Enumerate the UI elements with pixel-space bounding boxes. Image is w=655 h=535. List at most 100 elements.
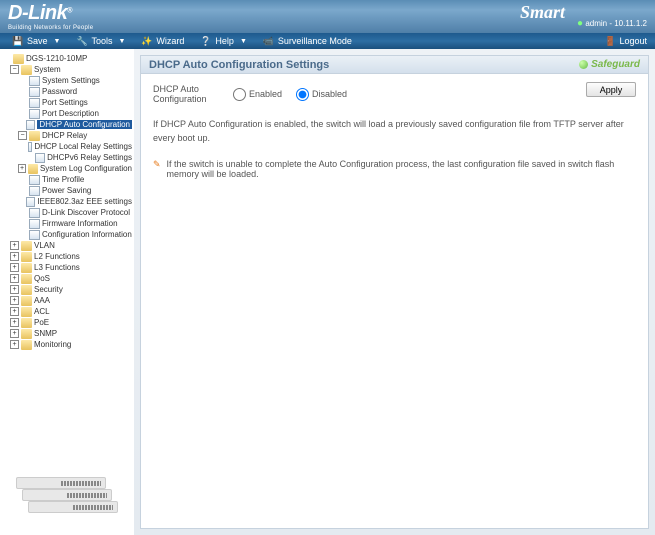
save-icon: 💾 xyxy=(12,36,23,47)
doc-icon xyxy=(29,219,40,229)
radio-disabled[interactable]: Disabled xyxy=(296,88,347,101)
radio-enabled[interactable]: Enabled xyxy=(233,88,282,101)
content-area: DHCP Auto Configuration Settings Safegua… xyxy=(134,49,655,535)
folder-icon xyxy=(21,296,32,306)
expand-icon[interactable]: + xyxy=(10,263,19,272)
tree-qos[interactable]: +QoS xyxy=(2,273,132,284)
brand-logo: D-Link® Building Networks for People xyxy=(0,2,93,31)
tree-time-profile[interactable]: Time Profile xyxy=(2,174,132,185)
tree-syslog[interactable]: +System Log Configuration xyxy=(2,163,132,174)
tree-ieee8023az[interactable]: IEEE802.3az EEE settings xyxy=(2,196,132,207)
doc-icon xyxy=(29,186,40,196)
folder-icon xyxy=(21,340,32,350)
menu-logout[interactable]: 🚪Logout xyxy=(604,36,651,47)
tree-acl[interactable]: +ACL xyxy=(2,306,132,317)
tree-dhcp-auto[interactable]: DHCP Auto Configuration xyxy=(2,119,132,130)
tree-system[interactable]: −System xyxy=(2,64,132,75)
tree-dlink-discover[interactable]: D-Link Discover Protocol xyxy=(2,207,132,218)
menu-help[interactable]: ❔Help▼ xyxy=(192,36,254,47)
tools-icon: 🔧 xyxy=(76,36,87,47)
tree-password[interactable]: Password xyxy=(2,86,132,97)
surveillance-icon: 📹 xyxy=(263,36,274,47)
dhcp-auto-config-row: DHCP Auto Configuration Enabled Disabled xyxy=(153,84,636,104)
safeguard-badge: Safeguard xyxy=(579,59,640,70)
tree-firmware-info[interactable]: Firmware Information xyxy=(2,218,132,229)
doc-icon xyxy=(29,87,40,97)
tree-l3[interactable]: +L3 Functions xyxy=(2,262,132,273)
note-text-2: If the switch is unable to complete the … xyxy=(167,159,636,179)
device-icon xyxy=(13,54,24,64)
folder-icon xyxy=(29,131,40,141)
folder-icon xyxy=(21,263,32,273)
tree-vlan[interactable]: +VLAN xyxy=(2,240,132,251)
folder-icon xyxy=(21,329,32,339)
doc-icon xyxy=(29,230,40,240)
tree-port-settings[interactable]: Port Settings xyxy=(2,97,132,108)
menu-save[interactable]: 💾Save▼ xyxy=(4,36,68,47)
expand-icon[interactable]: + xyxy=(18,164,26,173)
tree-root[interactable]: DGS-1210-10MP xyxy=(2,53,132,64)
menu-surveillance[interactable]: 📹Surveillance Mode xyxy=(255,36,360,47)
doc-icon xyxy=(28,142,32,152)
panel-title: DHCP Auto Configuration Settings xyxy=(149,59,329,71)
tree-config-info[interactable]: Configuration Information xyxy=(2,229,132,240)
folder-icon xyxy=(21,274,32,284)
brand-text: D-Link xyxy=(8,2,67,24)
folder-icon xyxy=(21,241,32,251)
smart-logo: Smart xyxy=(520,2,565,23)
help-icon: ❔ xyxy=(200,36,211,47)
panel-header: DHCP Auto Configuration Settings Safegua… xyxy=(141,56,648,74)
tree-snmp[interactable]: +SNMP xyxy=(2,328,132,339)
folder-icon xyxy=(21,318,32,328)
radio-group: Enabled Disabled xyxy=(233,88,347,101)
expand-icon[interactable]: + xyxy=(10,329,19,338)
tree-port-description[interactable]: Port Description xyxy=(2,108,132,119)
expand-icon[interactable]: + xyxy=(10,285,19,294)
note-text-1: If DHCP Auto Configuration is enabled, t… xyxy=(153,118,636,145)
logout-icon: 🚪 xyxy=(604,36,615,47)
apply-button[interactable]: Apply xyxy=(586,82,636,97)
tree-dhcpv6-relay[interactable]: DHCPv6 Relay Settings xyxy=(2,152,132,163)
tree-dhcp-relay[interactable]: −DHCP Relay xyxy=(2,130,132,141)
expand-icon[interactable]: + xyxy=(10,252,19,261)
folder-icon xyxy=(21,307,32,317)
note-text-2-row: ✎ If the switch is unable to complete th… xyxy=(153,159,636,179)
expand-icon[interactable]: + xyxy=(10,241,19,250)
panel-body: Apply DHCP Auto Configuration Enabled Di… xyxy=(141,74,648,189)
expand-icon[interactable]: + xyxy=(10,340,19,349)
tree-power-saving[interactable]: Power Saving xyxy=(2,185,132,196)
doc-icon xyxy=(29,76,40,86)
folder-icon xyxy=(28,164,38,174)
radio-disabled-input[interactable] xyxy=(296,88,309,101)
tree-aaa[interactable]: +AAA xyxy=(2,295,132,306)
wizard-icon: ✨ xyxy=(141,36,152,47)
collapse-icon[interactable]: − xyxy=(18,131,27,140)
tree-dhcp-local-relay[interactable]: DHCP Local Relay Settings xyxy=(2,141,132,152)
menu-tools[interactable]: 🔧Tools▼ xyxy=(68,36,133,47)
nav-tree: DGS-1210-10MP −System System Settings Pa… xyxy=(2,53,132,350)
tree-poe[interactable]: +PoE xyxy=(2,317,132,328)
doc-icon xyxy=(35,153,45,163)
tree-l2[interactable]: +L2 Functions xyxy=(2,251,132,262)
tree-security[interactable]: +Security xyxy=(2,284,132,295)
collapse-icon[interactable]: − xyxy=(10,65,19,74)
radio-enabled-input[interactable] xyxy=(233,88,246,101)
expand-icon[interactable]: + xyxy=(10,274,19,283)
tree-monitoring[interactable]: +Monitoring xyxy=(2,339,132,350)
settings-panel: DHCP Auto Configuration Settings Safegua… xyxy=(140,55,649,529)
doc-icon xyxy=(29,109,40,119)
menubar: 💾Save▼ 🔧Tools▼ ✨Wizard ❔Help▼ 📹Surveilla… xyxy=(0,33,655,49)
doc-icon xyxy=(26,120,35,130)
expand-icon[interactable]: + xyxy=(10,318,19,327)
admin-label: admin - 10.11.1.2 xyxy=(585,19,647,28)
tree-system-settings[interactable]: System Settings xyxy=(2,75,132,86)
folder-icon xyxy=(21,285,32,295)
expand-icon[interactable]: + xyxy=(10,307,19,316)
menu-wizard[interactable]: ✨Wizard xyxy=(133,36,192,47)
main-layout: DGS-1210-10MP −System System Settings Pa… xyxy=(0,49,655,535)
expand-icon[interactable]: + xyxy=(10,296,19,305)
safeguard-icon xyxy=(579,60,588,69)
device-image xyxy=(10,469,120,529)
doc-icon xyxy=(29,208,40,218)
doc-icon xyxy=(26,197,35,207)
